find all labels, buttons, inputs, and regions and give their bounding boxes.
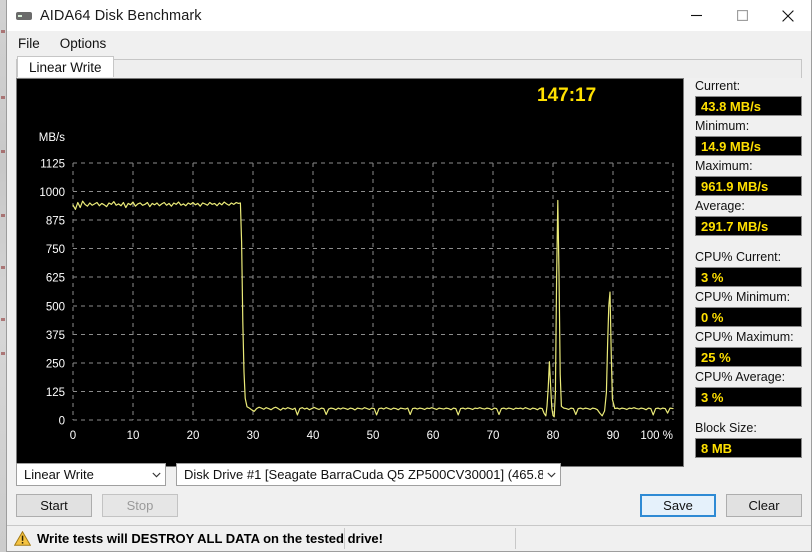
stat-label: CPU% Minimum: xyxy=(695,290,791,304)
y-axis-tick-label: 500 xyxy=(46,301,65,313)
y-axis-tick-label: 375 xyxy=(46,330,65,342)
y-axis-tick-label: 1000 xyxy=(39,187,65,199)
close-button[interactable] xyxy=(765,0,811,31)
stat-minimum: Minimum: 14.9 MB/s xyxy=(695,119,802,156)
benchmark-chart: 0 125 250 375 500 625 750 875 1000 1125 MB/s 0 10 20 3… xyxy=(16,78,684,467)
minimize-button[interactable] xyxy=(673,0,719,31)
y-axis-tick-label: 750 xyxy=(46,244,65,256)
stat-value: 0 % xyxy=(695,307,802,327)
statistics-sidebar: Current: 43.8 MB/s Minimum: 14.9 MB/s Ma… xyxy=(684,78,802,458)
selects-row: Linear Write Disk Drive #1 [Seagate Barr… xyxy=(16,463,802,486)
y-axis-unit-label: MB/s xyxy=(39,132,65,144)
warning-triangle-icon xyxy=(13,530,32,546)
start-button[interactable]: Start xyxy=(16,494,92,517)
x-axis-tick-label: 30 xyxy=(247,430,260,442)
test-mode-select[interactable]: Linear Write xyxy=(16,463,166,486)
x-axis-tick-label: 50 xyxy=(367,430,380,442)
stat-cpu-minimum: CPU% Minimum: 0 % xyxy=(695,290,802,327)
y-axis-tick-label: 625 xyxy=(46,273,65,285)
tab-strip: Linear Write xyxy=(16,56,802,78)
stat-cpu-average: CPU% Average: 3 % xyxy=(695,370,802,407)
x-axis-tick-label: 10 xyxy=(127,430,140,442)
stat-label: CPU% Current: xyxy=(695,250,782,264)
y-axis-tick-label: 125 xyxy=(46,387,65,399)
maximize-button[interactable] xyxy=(719,0,765,31)
menu-item-file[interactable]: File xyxy=(16,34,49,54)
stat-cpu-current: CPU% Current: 3 % xyxy=(695,250,802,287)
stat-label: Current: xyxy=(695,79,741,93)
stop-button: Stop xyxy=(102,494,178,517)
x-axis-tick-label: 90 xyxy=(607,430,620,442)
stat-value: 291.7 MB/s xyxy=(695,216,802,236)
stat-cpu-maximum: CPU% Maximum: 25 % xyxy=(695,330,802,367)
x-axis-tick-label: 0 xyxy=(70,430,76,442)
warning-message: Write tests will DESTROY ALL DATA on the… xyxy=(37,531,383,546)
stat-value: 14.9 MB/s xyxy=(695,136,802,156)
y-axis-tick-label: 1125 xyxy=(40,159,65,171)
stat-current: Current: 43.8 MB/s xyxy=(695,79,802,116)
clear-button[interactable]: Clear xyxy=(726,494,802,517)
stat-value: 3 % xyxy=(695,267,802,287)
chevron-down-icon xyxy=(543,472,560,478)
y-axis-tick-label: 875 xyxy=(46,216,65,228)
menu-item-options[interactable]: Options xyxy=(58,34,116,54)
stat-label: Maximum: xyxy=(695,159,753,173)
stat-label: CPU% Average: xyxy=(695,370,786,384)
test-mode-value: Linear Write xyxy=(24,467,94,482)
disk-drive-icon xyxy=(16,8,32,24)
x-axis-tick-label: 100 % xyxy=(640,430,673,442)
window-controls xyxy=(673,0,811,31)
stat-label: Block Size: xyxy=(695,421,757,435)
menu-bar: File Options xyxy=(7,32,811,56)
drive-select-value: Disk Drive #1 [Seagate BarraCuda Q5 ZP50… xyxy=(184,467,543,482)
stat-value: 43.8 MB/s xyxy=(695,96,802,116)
elapsed-timer: 147:17 xyxy=(537,85,596,106)
chevron-down-icon xyxy=(148,472,165,478)
y-axis-tick-label: 0 xyxy=(59,416,65,428)
stat-value: 3 % xyxy=(695,387,802,407)
chart-canvas: 0 125 250 375 500 625 750 875 1000 1125 MB/s 0 10 20 3… xyxy=(17,79,683,466)
status-bar: Write tests will DESTROY ALL DATA on the… xyxy=(7,525,811,551)
buttons-row: Start Stop Save Clear xyxy=(16,494,802,517)
x-axis-tick-label: 70 xyxy=(487,430,500,442)
stat-maximum: Maximum: 961.9 MB/s xyxy=(695,159,802,196)
stat-average: Average: 291.7 MB/s xyxy=(695,199,802,236)
tab-linear-write[interactable]: Linear Write xyxy=(17,56,114,77)
title-bar: AIDA64 Disk Benchmark xyxy=(7,0,811,32)
x-axis-tick-label: 60 xyxy=(427,430,440,442)
stat-label: Average: xyxy=(695,199,745,213)
y-axis-tick-label: 250 xyxy=(46,358,65,370)
aida64-disk-benchmark-window: AIDA64 Disk Benchmark File Options Linea… xyxy=(6,0,812,552)
stat-label: Minimum: xyxy=(695,119,750,133)
x-axis-tick-label: 20 xyxy=(187,430,200,442)
stat-label: CPU% Maximum: xyxy=(695,330,794,344)
stat-block-size: Block Size: 8 MB xyxy=(695,421,802,458)
stat-value: 961.9 MB/s xyxy=(695,176,802,196)
save-button[interactable]: Save xyxy=(640,494,716,517)
window-title: AIDA64 Disk Benchmark xyxy=(40,7,202,24)
controls-area: Linear Write Disk Drive #1 [Seagate Barr… xyxy=(7,455,811,517)
drive-select[interactable]: Disk Drive #1 [Seagate BarraCuda Q5 ZP50… xyxy=(176,463,561,486)
content-area: 0 125 250 375 500 625 750 875 1000 1125 MB/s 0 10 20 3… xyxy=(7,78,811,467)
x-axis-tick-label: 80 xyxy=(547,430,560,442)
stat-value: 25 % xyxy=(695,347,802,367)
x-axis-tick-label: 40 xyxy=(307,430,320,442)
